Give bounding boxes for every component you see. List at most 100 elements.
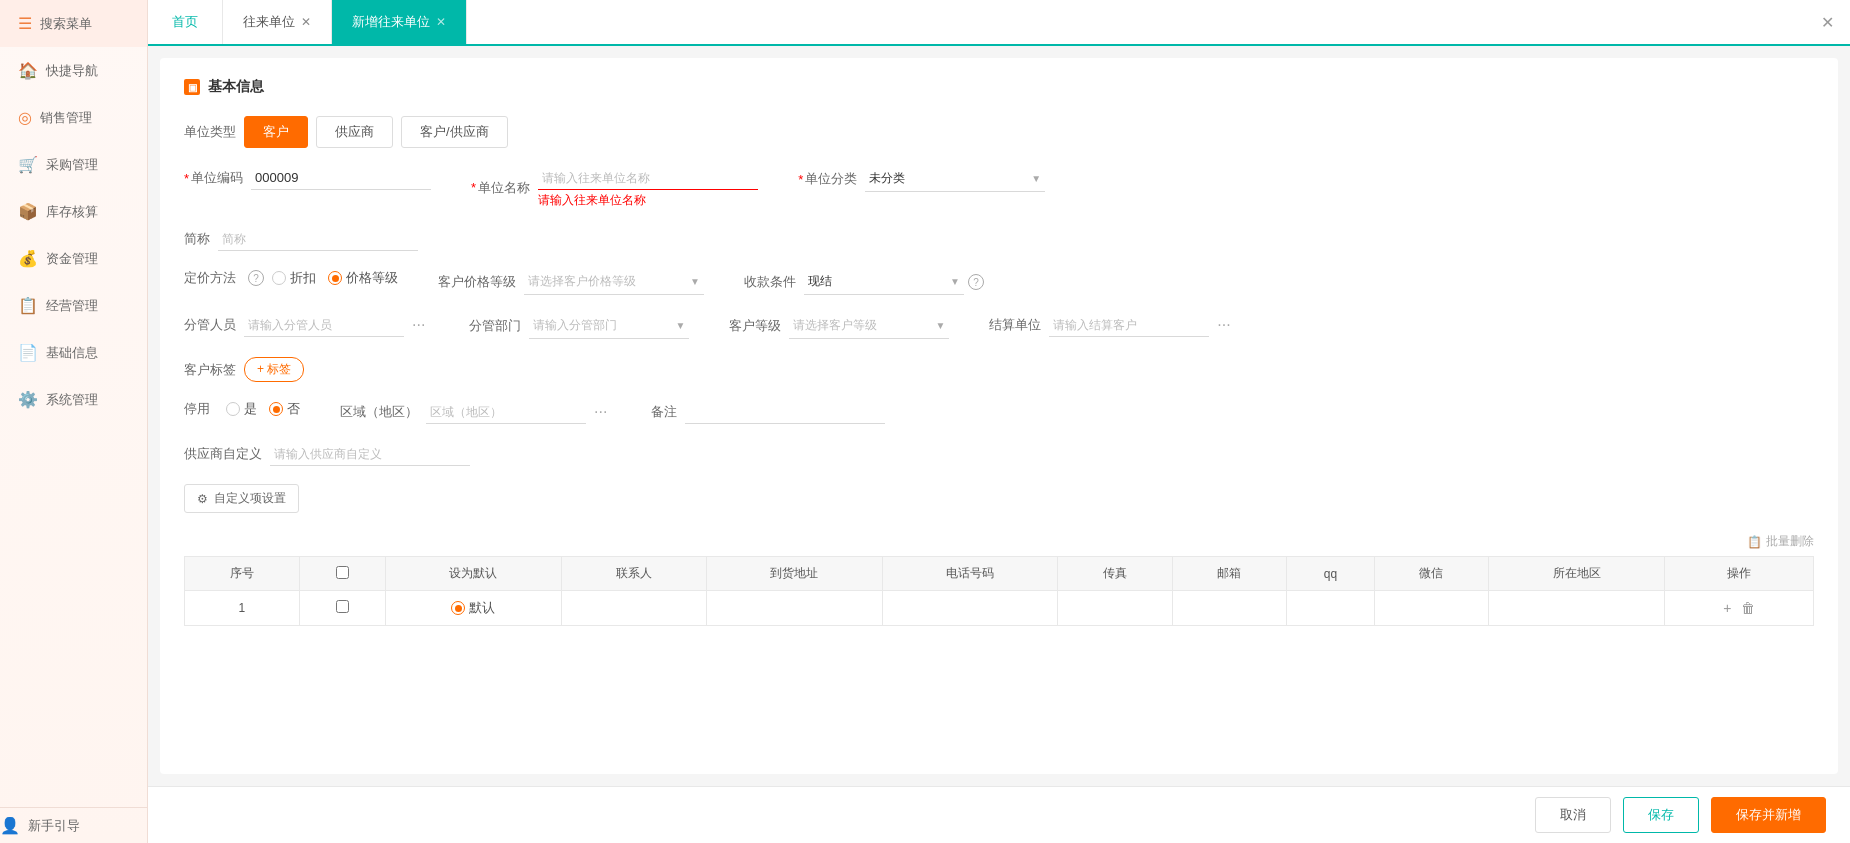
remark-input[interactable] (685, 400, 885, 424)
row-checkbox[interactable] (336, 600, 349, 613)
section-title-basic: ▣ 基本信息 (184, 78, 1814, 96)
customer-price-placeholder: 请选择客户价格等级 (528, 273, 636, 290)
customer-price-field: 客户价格等级 请选择客户价格等级 ▼ (438, 269, 704, 295)
disable-label: 停用 (184, 400, 210, 418)
save-new-button[interactable]: 保存并新增 (1711, 797, 1826, 833)
disable-radio-no[interactable]: 否 (269, 400, 300, 418)
tab-partner-list-close[interactable]: ✕ (301, 15, 311, 29)
th-phone: 电话号码 (882, 557, 1058, 591)
quick-nav-icon: 🏠 (18, 61, 38, 80)
row-email (1172, 591, 1287, 626)
payment-help-icon[interactable]: ? (968, 274, 984, 290)
row-region (1489, 591, 1665, 626)
sidebar-item-purchase[interactable]: 🛒 采购管理 (0, 141, 147, 188)
row-delete-btn[interactable]: 🗑 (1738, 600, 1758, 616)
unit-btn-customer[interactable]: 客户 (244, 116, 308, 148)
th-fax: 传真 (1058, 557, 1173, 591)
payment-terms-value: 现结 (808, 273, 832, 290)
finance-icon: 💰 (18, 249, 38, 268)
sidebar-item-quicknav[interactable]: 🏠 快捷导航 (0, 47, 147, 94)
sidebar-item-purchase-label: 采购管理 (46, 156, 98, 174)
main-content: 首页 往来单位 ✕ 新增往来单位 ✕ ✕ ▣ 基本信息 单位类型 客户 供应商 (148, 0, 1850, 843)
disable-radio-group: 是 否 (226, 400, 300, 418)
sidebar-item-inventory[interactable]: 📦 库存核算 (0, 188, 147, 235)
customer-price-select[interactable]: 请选择客户价格等级 ▼ (524, 269, 704, 295)
unit-category-select[interactable]: 未分类 ▼ (865, 166, 1045, 192)
unit-code-input[interactable] (251, 166, 431, 190)
sidebar-item-operations-label: 经营管理 (46, 297, 98, 315)
save-button[interactable]: 保存 (1623, 797, 1699, 833)
cancel-button[interactable]: 取消 (1535, 797, 1611, 833)
supplier-custom-input[interactable] (270, 442, 470, 466)
sidebar-item-inventory-label: 库存核算 (46, 203, 98, 221)
pricing-label: 定价方法 (184, 269, 236, 287)
pricing-radio-discount[interactable]: 折扣 (272, 269, 316, 287)
customer-level-select[interactable]: 请选择客户等级 ▼ (789, 313, 949, 339)
region-input[interactable] (426, 400, 586, 424)
settlement-label: 结算单位 (989, 316, 1041, 334)
settlement-field: 结算单位 ··· (989, 313, 1234, 337)
unit-type-label: 单位类型 (184, 123, 236, 141)
settlement-input[interactable] (1049, 313, 1209, 337)
department-select[interactable]: 请输入分管部门 ▼ (529, 313, 689, 339)
th-wechat: 微信 (1374, 557, 1489, 591)
th-address: 到货地址 (706, 557, 882, 591)
sidebar-item-operations[interactable]: 📋 经营管理 (0, 282, 147, 329)
region-more-btn[interactable]: ··· (590, 403, 611, 421)
sidebar-item-sysmgmt[interactable]: ⚙️ 系统管理 (0, 376, 147, 423)
unit-code-required: * (184, 171, 189, 186)
payment-terms-field: 收款条件 现结 ▼ ? (744, 269, 984, 295)
pricing-help-icon[interactable]: ? (248, 270, 264, 286)
batch-delete-label[interactable]: 批量删除 (1766, 533, 1814, 550)
manager-more-btn[interactable]: ··· (408, 316, 429, 334)
unit-type-row: 单位类型 客户 供应商 客户/供应商 (184, 116, 1814, 148)
tab-new-partner[interactable]: 新增往来单位 ✕ (332, 0, 467, 44)
department-label: 分管部门 (469, 317, 521, 335)
select-all-checkbox[interactable] (336, 566, 349, 579)
tab-partner-list[interactable]: 往来单位 ✕ (223, 0, 332, 44)
department-chevron: ▼ (675, 320, 685, 331)
row-checkbox-cell (299, 591, 386, 626)
sidebar: ☰ 搜索菜单 🏠 快捷导航 ◎ 销售管理 🛒 采购管理 📦 库存核算 💰 资金管… (0, 0, 148, 843)
code-name-category-row: * 单位编码 * 单位名称 请输入往来单位名称 * 单位分类 未分类 ▼ (184, 166, 1814, 209)
manager-row: 分管人员 ··· 分管部门 请输入分管部门 ▼ 客户等级 请选择客户等级 (184, 313, 1814, 339)
payment-terms-select[interactable]: 现结 ▼ (804, 269, 964, 295)
sidebar-item-search[interactable]: ☰ 搜索菜单 (0, 0, 147, 47)
unit-btn-both[interactable]: 客户/供应商 (401, 116, 508, 148)
short-name-input[interactable] (218, 227, 418, 251)
pricing-radio-price-level[interactable]: 价格等级 (328, 269, 398, 287)
th-action: 操作 (1664, 557, 1813, 591)
sidebar-item-newbie[interactable]: 👤 新手引导 (0, 807, 147, 843)
sidebar-item-basicinfo[interactable]: 📄 基础信息 (0, 329, 147, 376)
sidebar-item-sales[interactable]: ◎ 销售管理 (0, 94, 147, 141)
table-body: 1 默认 (185, 591, 1814, 626)
table-row: 1 默认 (185, 591, 1814, 626)
manager-input-group: ··· (244, 313, 429, 337)
row-default-radio[interactable]: 默认 (396, 599, 551, 617)
tab-home-label: 首页 (172, 13, 198, 31)
newbie-icon: 👤 (0, 816, 20, 835)
row-fax (1058, 591, 1173, 626)
row-phone (882, 591, 1058, 626)
close-all-button[interactable]: ✕ (1805, 13, 1850, 32)
unit-name-input[interactable] (538, 166, 758, 190)
unit-btn-supplier[interactable]: 供应商 (316, 116, 393, 148)
manager-input[interactable] (244, 313, 404, 337)
disable-radio-yes[interactable]: 是 (226, 400, 257, 418)
tab-partner-list-label: 往来单位 (243, 13, 295, 31)
radio-outer-discount (272, 271, 286, 285)
custom-settings-button[interactable]: ⚙ 自定义项设置 (184, 484, 299, 513)
unit-name-required: * (471, 180, 476, 195)
tags-add-btn[interactable]: + 标签 (244, 357, 304, 382)
remark-field: 备注 (651, 400, 885, 424)
tab-home[interactable]: 首页 (148, 0, 223, 44)
settlement-more-btn[interactable]: ··· (1213, 316, 1234, 334)
row-wechat (1374, 591, 1489, 626)
manager-field: 分管人员 ··· (184, 313, 429, 337)
region-label: 区域（地区） (340, 403, 418, 421)
sidebar-item-finance[interactable]: 💰 资金管理 (0, 235, 147, 282)
unit-category-label: 单位分类 (805, 170, 857, 188)
tab-new-partner-close[interactable]: ✕ (436, 15, 446, 29)
row-add-btn[interactable]: + (1720, 600, 1734, 616)
unit-category-value: 未分类 (869, 170, 905, 187)
